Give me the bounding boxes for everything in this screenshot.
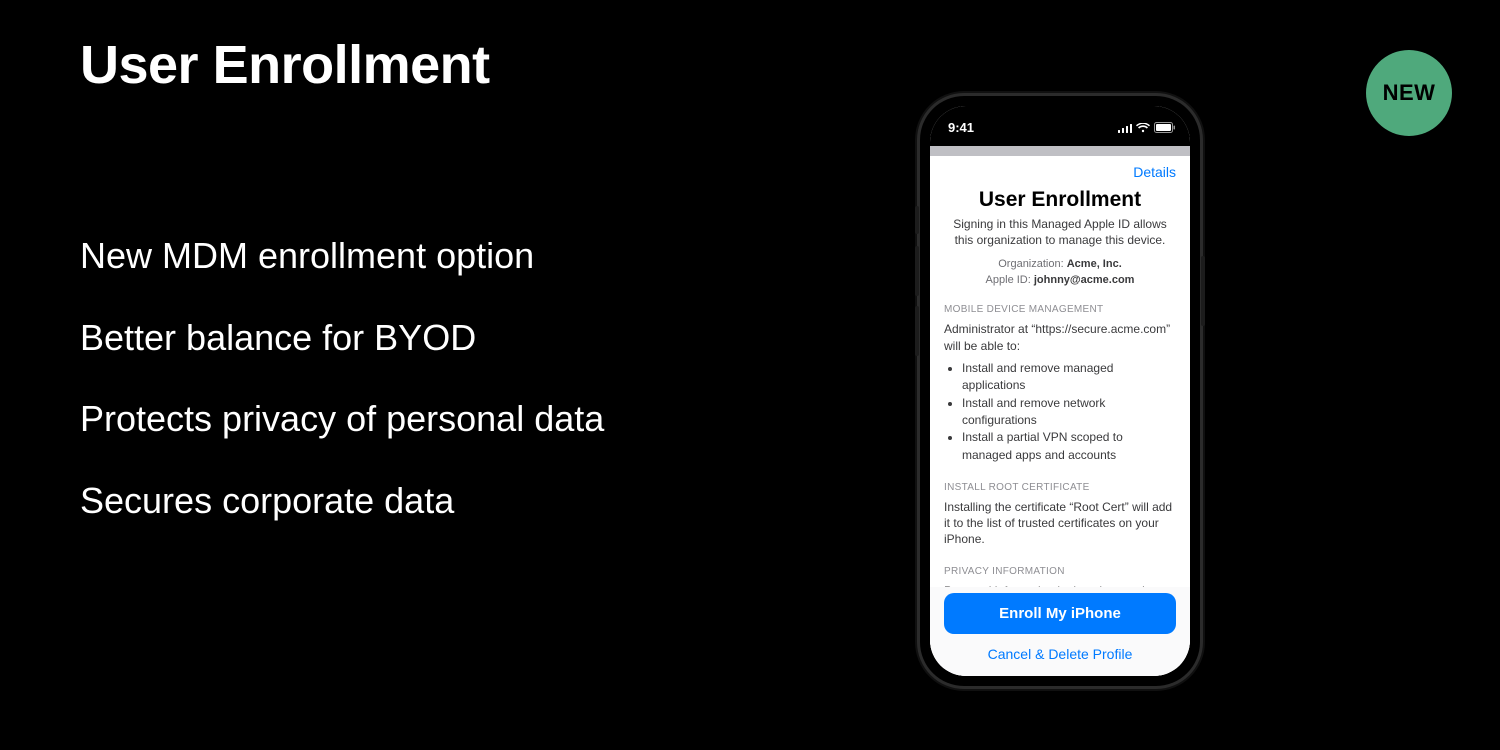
phone-notch (990, 96, 1130, 122)
organization-value: Acme, Inc. (1067, 258, 1122, 270)
cert-text: Installing the certificate “Root Cert” w… (944, 499, 1176, 548)
phone-mockup: 9:41 Details User Enrollment Signin (920, 96, 1200, 686)
details-link[interactable]: Details (1133, 164, 1176, 180)
enrollment-subtitle: Signing in this Managed Apple ID allows … (944, 216, 1176, 248)
appleid-label: Apple ID: (986, 274, 1031, 286)
organization-label: Organization: (998, 258, 1063, 270)
mdm-capabilities-list: Install and remove managed applications … (944, 360, 1176, 464)
phone-screen: 9:41 Details User Enrollment Signin (930, 106, 1190, 676)
bullet-item: Protects privacy of personal data (80, 399, 604, 439)
phone-side-button (915, 206, 919, 234)
status-icons (1118, 122, 1177, 133)
phone-side-button (915, 246, 919, 296)
privacy-section-label: PRIVACY INFORMATION (944, 566, 1176, 577)
enroll-button[interactable]: Enroll My iPhone (944, 593, 1176, 634)
bullet-item: New MDM enrollment option (80, 236, 604, 276)
slide-title: User Enrollment (80, 34, 490, 96)
enrollment-title: User Enrollment (944, 188, 1176, 212)
mdm-section-label: MOBILE DEVICE MANAGEMENT (944, 304, 1176, 315)
organization-line: Organization: Acme, Inc. (944, 258, 1176, 270)
enrollment-sheet: Details User Enrollment Signing in this … (930, 156, 1190, 676)
cellular-icon (1118, 123, 1133, 133)
new-badge: NEW (1366, 50, 1452, 136)
mdm-intro-text: Administrator at “https://secure.acme.co… (944, 321, 1176, 353)
list-item: Install and remove network configuration… (962, 395, 1176, 430)
cert-section-label: INSTALL ROOT CERTIFICATE (944, 482, 1176, 493)
sheet-header: Details (930, 156, 1190, 182)
wifi-icon (1136, 123, 1150, 133)
status-time: 9:41 (948, 120, 974, 135)
appleid-line: Apple ID: johnny@acme.com (944, 274, 1176, 286)
phone-side-button (915, 306, 919, 356)
bullet-item: Better balance for BYOD (80, 318, 604, 358)
list-item: Install a partial VPN scoped to managed … (962, 429, 1176, 464)
bullet-item: Secures corporate data (80, 481, 604, 521)
list-item: Install and remove managed applications (962, 360, 1176, 395)
sheet-body: User Enrollment Signing in this Managed … (930, 182, 1190, 587)
appleid-value: johnny@acme.com (1034, 274, 1135, 286)
phone-side-button (1201, 256, 1205, 326)
sheet-footer: Enroll My iPhone Cancel & Delete Profile (930, 587, 1190, 676)
slide-bullets: New MDM enrollment option Better balance… (80, 236, 604, 562)
sheet-backdrop (930, 146, 1190, 156)
cancel-delete-button[interactable]: Cancel & Delete Profile (944, 646, 1176, 666)
battery-icon (1154, 122, 1176, 133)
